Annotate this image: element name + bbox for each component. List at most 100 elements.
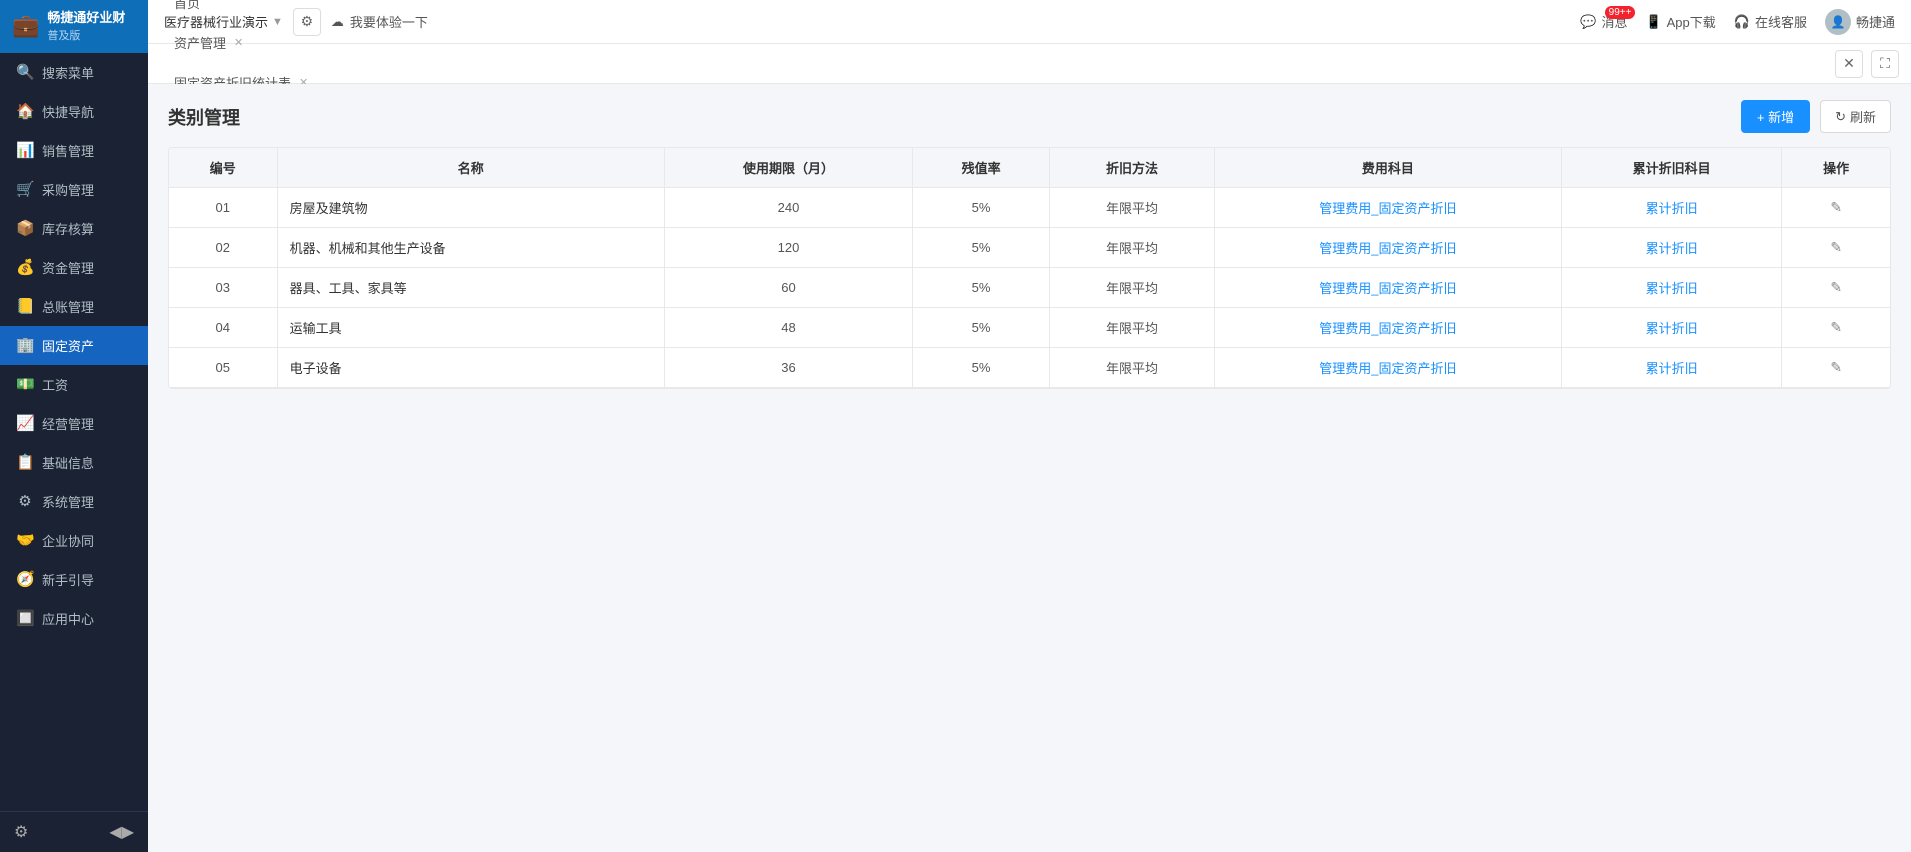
row-actions: ✎ [1782,228,1890,268]
collapse-icon[interactable]: ◀▶ [109,822,134,842]
row-actions: ✎ [1782,348,1890,388]
sidebar-item-label: 库存核算 [42,219,94,238]
row-residual: 5% [913,308,1050,348]
row-method: 年限平均 [1050,268,1215,308]
sidebar-item-system[interactable]: ⚙系统管理 [0,482,148,521]
row-id: 03 [169,268,277,308]
sidebar-item-fixed_assets[interactable]: 🏢固定资产 [0,326,148,365]
tabbar: 首页资产管理✕固定资产折旧统计表✕资产类型✕ ✕ ⛶ [148,44,1911,84]
sidebar-item-label: 应用中心 [42,609,94,628]
user-profile[interactable]: 👤 畅捷通 [1825,9,1895,35]
row-accum-subject: 累计折旧 [1561,228,1781,268]
row-accum-subject: 累计折旧 [1561,348,1781,388]
column-header: 使用期限（月） [664,148,912,188]
ledger-icon: 📒 [16,297,34,315]
row-residual: 5% [913,228,1050,268]
row-id: 01 [169,188,277,228]
app_center-icon: 🔲 [16,609,34,627]
user-icon: 👤 [1831,15,1846,29]
sidebar-item-inventory[interactable]: 📦 库存核算 [0,209,148,248]
row-accum-subject: 累计折旧 [1561,188,1781,228]
maximize-button[interactable]: ⛶ [1871,50,1899,78]
row-period: 240 [664,188,912,228]
sidebar-item-purchase[interactable]: 🛒 采购管理 [0,170,148,209]
refresh-button[interactable]: ↻ 刷新 [1820,100,1891,133]
cloud-icon: ☁ [331,14,344,30]
topbar-left: 医疗器械行业演示 ▼ ⚙ ☁ 我要体验一下 [164,8,1568,36]
sidebar-item-quick_nav[interactable]: 🏠 快捷导航 [0,92,148,131]
column-header: 残值率 [913,148,1050,188]
app-edition: 普及版 [47,27,125,43]
enterprise-icon: 🤝 [16,531,34,549]
row-residual: 5% [913,268,1050,308]
row-residual: 5% [913,188,1050,228]
online-service-label: 在线客服 [1755,12,1807,31]
tab-label: 首页 [174,0,200,12]
avatar: 👤 [1825,9,1851,35]
row-name: 电子设备 [277,348,664,388]
sidebar-item-search[interactable]: 🔍搜索菜单 [0,53,148,92]
new-button[interactable]: + 新增 [1741,100,1810,133]
sidebar-item-basic_info[interactable]: 📋基础信息 [0,443,148,482]
page-header: 类别管理 + 新增 ↻ 刷新 [168,100,1891,133]
message-button[interactable]: 💬 消息 99+ [1580,12,1627,31]
purchase-icon: 🛒 [16,180,34,198]
sidebar-item-app_center[interactable]: 🔲 应用中心 [0,599,148,638]
sidebar-item-funds[interactable]: 💰资金管理 [0,248,148,287]
app-name: 畅捷通好业财 [47,10,125,27]
app-logo-icon: 💼 [12,13,39,39]
edit-icon[interactable]: ✎ [1830,359,1842,375]
app-download-button[interactable]: 📱 App下载 [1645,12,1715,31]
edit-icon[interactable]: ✎ [1830,279,1842,295]
sidebar-item-sales[interactable]: 📊销售管理 [0,131,148,170]
inventory-icon: 📦 [16,219,34,237]
mobile-icon: 📱 [1645,14,1661,30]
row-name: 运输工具 [277,308,664,348]
row-id: 02 [169,228,277,268]
page-title: 类别管理 [168,104,240,130]
tab-asset_manage[interactable]: 资产管理✕ [160,24,324,64]
sidebar-item-operations[interactable]: 📈经营管理 [0,404,148,443]
sales-icon: 📊 [16,141,34,159]
sidebar-item-label: 快捷导航 [42,102,94,121]
row-expense-subject: 管理费用_固定资产折旧 [1214,308,1561,348]
sidebar-item-ledger[interactable]: 📒 总账管理 [0,287,148,326]
edit-icon[interactable]: ✎ [1830,319,1842,335]
quick_nav-icon: 🏠 [16,102,34,120]
online-service-button[interactable]: 🎧 在线客服 [1734,12,1807,31]
tab-close-icon[interactable]: ✕ [232,36,245,49]
basic_info-icon: 📋 [16,453,34,471]
sidebar-item-label: 总账管理 [42,297,94,316]
sidebar-item-enterprise[interactable]: 🤝 企业协同 [0,521,148,560]
row-id: 05 [169,348,277,388]
user-name: 畅捷通 [1856,12,1895,31]
guide-icon: 🧭 [16,570,34,588]
row-id: 04 [169,308,277,348]
experience-button[interactable]: ☁ 我要体验一下 [331,12,428,31]
sidebar-item-label: 企业协同 [42,531,94,550]
sidebar-item-payroll[interactable]: 💵工资 [0,365,148,404]
sidebar-item-label: 采购管理 [42,180,94,199]
sidebar-item-guide[interactable]: 🧭新手引导 [0,560,148,599]
settings-icon[interactable]: ⚙ [14,822,28,842]
edit-icon[interactable]: ✎ [1830,239,1842,255]
row-method: 年限平均 [1050,188,1215,228]
message-icon: 💬 [1580,14,1596,30]
funds-icon: 💰 [16,258,34,276]
close-tab-button[interactable]: ✕ [1835,50,1863,78]
column-header: 累计折旧科目 [1561,148,1781,188]
fixed_assets-icon: 🏢 [16,336,34,354]
tab-home[interactable]: 首页 [160,0,324,24]
row-period: 48 [664,308,912,348]
topbar: 医疗器械行业演示 ▼ ⚙ ☁ 我要体验一下 💬 消息 99+ 📱 App下载 [148,0,1911,44]
page-content: 类别管理 + 新增 ↻ 刷新 编号名称使用期限（月）残值率折旧方法费用科目累计折… [148,84,1911,852]
app-download-label: App下载 [1667,12,1716,31]
table-row: 01 房屋及建筑物 240 5% 年限平均 管理费用_固定资产折旧 累计折旧 ✎ [169,188,1890,228]
row-expense-subject: 管理费用_固定资产折旧 [1214,348,1561,388]
edit-icon[interactable]: ✎ [1830,199,1842,215]
column-header: 费用科目 [1214,148,1561,188]
column-header: 名称 [277,148,664,188]
payroll-icon: 💵 [16,375,34,393]
refresh-icon: ↻ [1835,109,1846,125]
row-accum-subject: 累计折旧 [1561,268,1781,308]
